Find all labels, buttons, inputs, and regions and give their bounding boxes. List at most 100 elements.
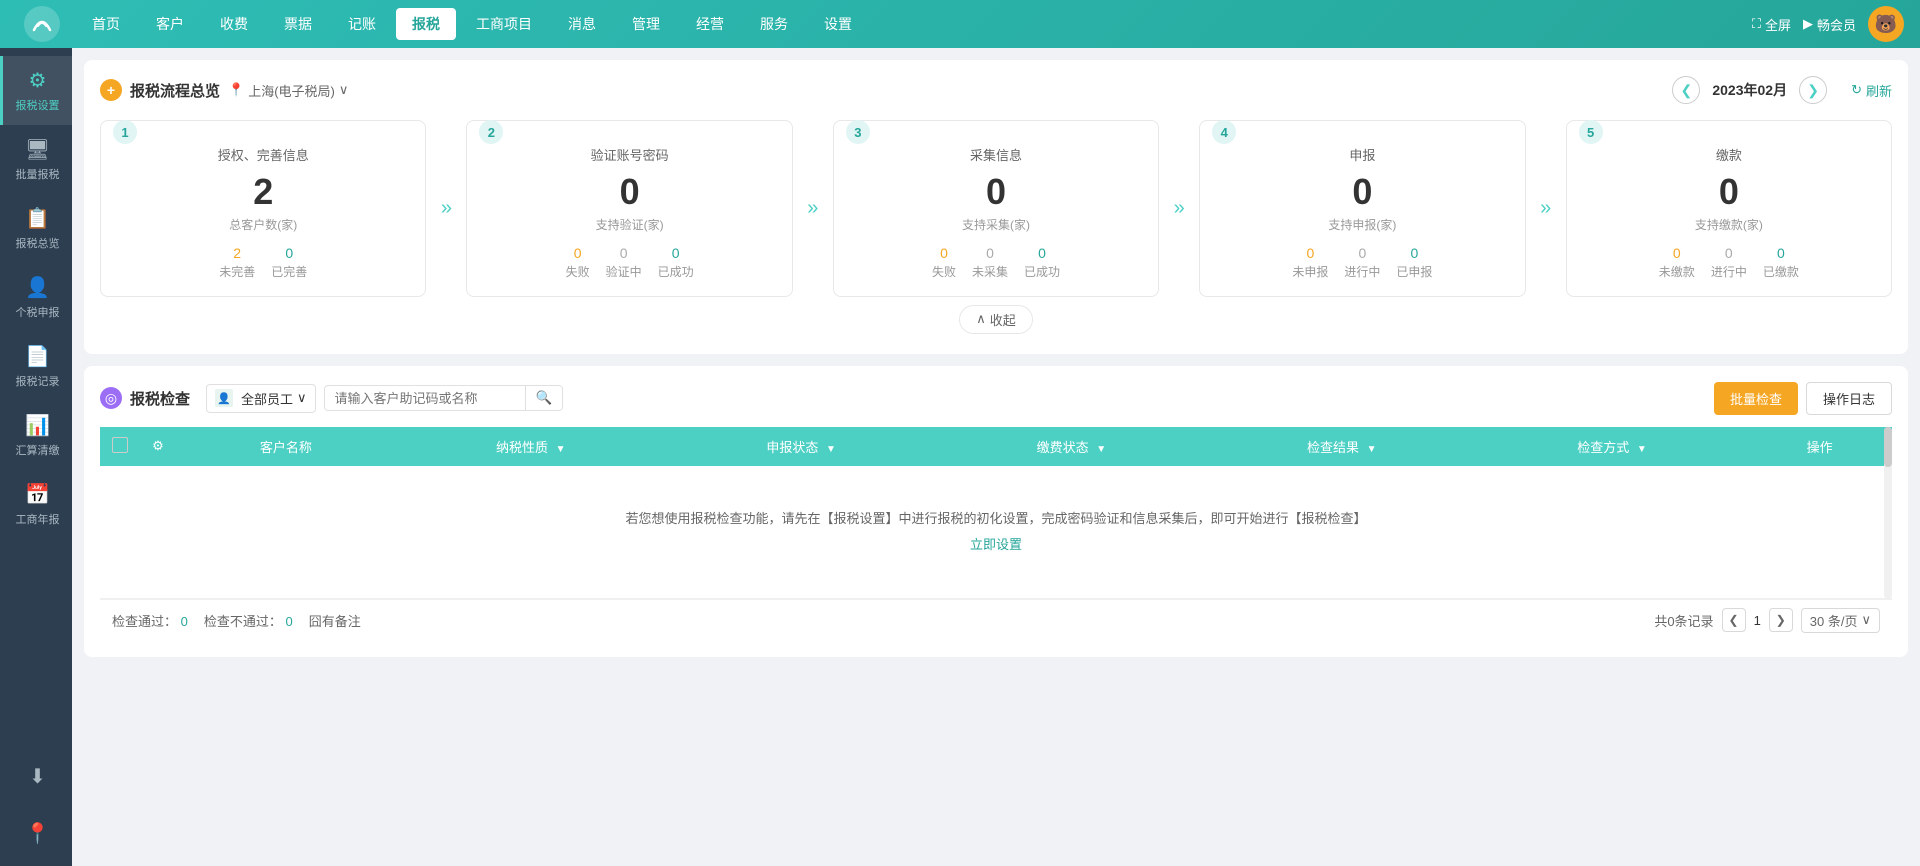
location-icon: 📍: [25, 821, 50, 846]
location-label: 上海(电子税局): [248, 81, 335, 100]
employee-filter[interactable]: 👤 全部员工 ∨: [206, 384, 316, 413]
th-check-result[interactable]: 检查结果 ▼: [1207, 427, 1477, 466]
page-size-selector[interactable]: 30 条/页 ∨: [1801, 608, 1880, 633]
step5-stat-paid[interactable]: 0 已缴款: [1763, 245, 1799, 280]
sidebar-label-batch-tax: 批量报税: [16, 166, 60, 182]
step3-stat-fail-label: 失败: [932, 263, 956, 280]
step5-stat-paid-val: 0: [1777, 245, 1785, 261]
month-navigation: ❮ 2023年02月 ❯: [1672, 76, 1827, 104]
th-fee-status[interactable]: 缴费状态 ▼: [936, 427, 1206, 466]
pass-val[interactable]: 0: [181, 614, 188, 629]
step1-stat-fail[interactable]: 2 未完善: [219, 245, 255, 280]
operation-log-button[interactable]: 操作日志: [1806, 382, 1892, 415]
employee-icon: 👤: [215, 389, 233, 407]
search-input[interactable]: [325, 387, 525, 410]
nav-tax[interactable]: 报税: [396, 8, 456, 40]
month-next-button[interactable]: ❯: [1799, 76, 1827, 104]
nav-client[interactable]: 客户: [140, 8, 200, 40]
step5-stats: 0 未缴款 0 进行中 0 已缴款: [1583, 245, 1875, 280]
main-layout: ⚙ 报税设置 🖥 批量报税 📋 报税总览 👤 个税申报 📄 报税记录 📊 汇算清…: [0, 48, 1920, 866]
settlement-icon: 📊: [25, 413, 50, 438]
batch-check-button[interactable]: 批量检查: [1714, 382, 1798, 415]
th-check-method[interactable]: 检查方式 ▼: [1477, 427, 1747, 466]
nav-settings[interactable]: 设置: [808, 8, 868, 40]
sidebar-item-tax-settings[interactable]: ⚙ 报税设置: [0, 56, 72, 125]
step2-stat-fail[interactable]: 0 失败: [566, 245, 590, 280]
step4-stat-unreported[interactable]: 0 未申报: [1292, 245, 1328, 280]
step4-stat-done[interactable]: 0 已申报: [1396, 245, 1432, 280]
step5-stat-inprogress-val: 0: [1725, 245, 1733, 261]
nav-bookkeeping[interactable]: 记账: [332, 8, 392, 40]
step4-stats: 0 未申报 0 进行中 0 已申报: [1216, 245, 1508, 280]
step2-number: 0: [483, 172, 775, 212]
collapse-button[interactable]: ∧ 收起: [959, 305, 1033, 334]
month-prev-button[interactable]: ❮: [1672, 76, 1700, 104]
step4-stat-done-label: 已申报: [1396, 263, 1432, 280]
user-avatar[interactable]: 🐻: [1868, 6, 1904, 42]
sidebar-item-tax-overview[interactable]: 📋 报税总览: [0, 194, 72, 263]
page-prev-button[interactable]: ❮: [1722, 608, 1746, 632]
nav-message[interactable]: 消息: [552, 8, 612, 40]
sidebar-item-settlement[interactable]: 📊 汇算清缴: [0, 401, 72, 470]
nav-service[interactable]: 服务: [744, 8, 804, 40]
nav-fee[interactable]: 收费: [204, 8, 264, 40]
sidebar-item-annual-report[interactable]: 📅 工商年报: [0, 470, 72, 539]
th-checkbox[interactable]: [100, 427, 140, 466]
settings-icon[interactable]: ⚙: [152, 438, 164, 453]
nav-manage[interactable]: 管理: [616, 8, 676, 40]
tax-check-icon: ◎: [100, 387, 122, 409]
step1-stat-done[interactable]: 0 已完善: [271, 245, 307, 280]
nav-invoice[interactable]: 票据: [268, 8, 328, 40]
step4-stat-inprogress-label: 进行中: [1344, 263, 1380, 280]
select-all-checkbox[interactable]: [112, 437, 128, 453]
th-tax-nature[interactable]: 纳税性质 ▼: [396, 427, 666, 466]
step3-stat-pending[interactable]: 0 未采集: [972, 245, 1008, 280]
step4-stat-inprogress[interactable]: 0 进行中: [1344, 245, 1380, 280]
sidebar-item-tax-records[interactable]: 📄 报税记录: [0, 332, 72, 401]
nav-home[interactable]: 首页: [76, 8, 136, 40]
location-tag[interactable]: 📍 上海(电子税局) ∨: [228, 81, 348, 100]
empty-link[interactable]: 立即设置: [970, 537, 1022, 552]
top-nav-right: ⛶ 全屏 ▶ 畅会员 🐻: [1752, 6, 1904, 42]
step3-number: 0: [850, 172, 1142, 212]
sidebar-item-personal-tax[interactable]: 👤 个税申报: [0, 263, 72, 332]
tax-check-table: ⚙ 客户名称 纳税性质 ▼ 申报状态 ▼: [100, 427, 1892, 599]
th-settings[interactable]: ⚙: [140, 427, 176, 466]
table-wrapper: ⚙ 客户名称 纳税性质 ▼ 申报状态 ▼: [100, 427, 1892, 599]
collapse-label: 收起: [990, 310, 1016, 329]
scroll-track[interactable]: [1884, 427, 1892, 599]
step4-stat-unreported-val: 0: [1307, 245, 1315, 261]
nav-business[interactable]: 工商项目: [460, 8, 548, 40]
scroll-thumb[interactable]: [1884, 427, 1892, 467]
action-buttons: 批量检查 操作日志: [1714, 382, 1892, 415]
step3-stat-fail[interactable]: 0 失败: [932, 245, 956, 280]
search-button[interactable]: 🔍: [525, 386, 563, 410]
step2-stat-done[interactable]: 0 已成功: [658, 245, 694, 280]
sidebar-item-location[interactable]: 📍: [0, 809, 72, 858]
overview-title: 报税流程总览: [130, 80, 220, 101]
vip-button[interactable]: ▶ 畅会员: [1803, 15, 1856, 34]
tax-settings-icon: ⚙: [29, 68, 47, 93]
step2-stat-verifying[interactable]: 0 验证中: [606, 245, 642, 280]
nav-operation[interactable]: 经营: [680, 8, 740, 40]
step1-title: 授权、完善信息: [117, 145, 409, 164]
employee-filter-chevron: ∨: [297, 390, 307, 406]
nav-items: 首页 客户 收费 票据 记账 报税 工商项目 消息 管理 经营 服务 设置: [76, 8, 1752, 40]
empty-row: 若您想使用报税检查功能，请先在【报税设置】中进行报税的初化设置，完成密码验证和信…: [100, 466, 1892, 599]
page-next-button[interactable]: ❯: [1769, 608, 1793, 632]
fullscreen-button[interactable]: ⛶ 全屏: [1752, 15, 1791, 34]
app-logo[interactable]: [16, 6, 68, 42]
sidebar-item-download[interactable]: ⬇: [0, 752, 72, 801]
overview-card: + 报税流程总览 📍 上海(电子税局) ∨ ❮ 2023年02月 ❯ ↻ 刷新: [84, 60, 1908, 354]
fail-val[interactable]: 0: [286, 614, 293, 629]
page-number: 1: [1754, 613, 1761, 628]
step3-stat-done[interactable]: 0 已成功: [1024, 245, 1060, 280]
refresh-button[interactable]: ↻ 刷新: [1851, 81, 1892, 100]
step5-number: 0: [1583, 172, 1875, 212]
step5-stat-inprogress[interactable]: 0 进行中: [1711, 245, 1747, 280]
sidebar-item-batch-tax[interactable]: 🖥 批量报税: [0, 125, 72, 194]
th-report-status[interactable]: 申报状态 ▼: [666, 427, 936, 466]
step5-stat-unpaid[interactable]: 0 未缴款: [1659, 245, 1695, 280]
step5-title: 缴款: [1583, 145, 1875, 164]
flow-arrow-1: »: [426, 120, 466, 297]
